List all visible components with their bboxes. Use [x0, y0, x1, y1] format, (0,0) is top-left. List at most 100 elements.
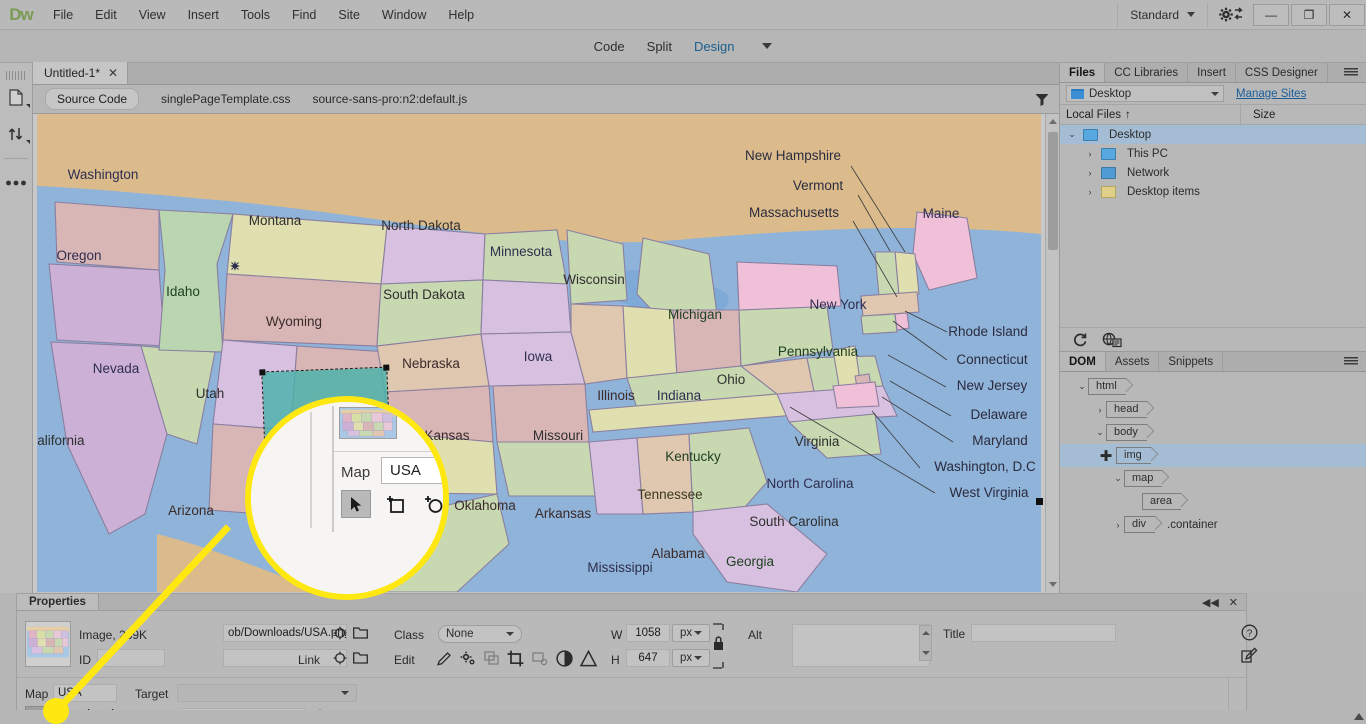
document-tab-untitled[interactable]: Untitled-1* ✕ [33, 62, 129, 84]
view-design-button[interactable]: Design [694, 39, 734, 54]
scroll-down-icon[interactable] [1049, 582, 1057, 587]
menu-item-insert[interactable]: Insert [177, 0, 230, 30]
dom-tree-row[interactable]: › head [1060, 398, 1366, 421]
preferences-sync-button[interactable] [1214, 0, 1248, 30]
column-size[interactable]: Size [1240, 104, 1360, 125]
collapse-icon[interactable]: ◀◀ [1202, 596, 1219, 609]
design-canvas[interactable]: Washington Oregon Idaho Montana Wyoming Nevad… [33, 114, 1059, 592]
width-unit-dropdown[interactable]: px [672, 624, 710, 642]
menu-item-find[interactable]: Find [281, 0, 327, 30]
close-icon[interactable]: ✕ [108, 66, 118, 80]
scroll-up-corner-icon[interactable] [1354, 713, 1364, 720]
more-tools-icon[interactable] [0, 165, 33, 201]
dom-node[interactable]: area [1142, 493, 1182, 510]
related-file-js[interactable]: source-sans-pro:n2:default.js [312, 92, 467, 106]
restore-button[interactable]: ❐ [1291, 3, 1327, 26]
usa-map-image[interactable] [37, 114, 1041, 592]
resize-handle-nw[interactable] [259, 369, 266, 376]
alt-spinner[interactable] [919, 625, 932, 661]
dom-node[interactable]: map [1124, 470, 1163, 487]
scroll-up-icon[interactable] [1049, 119, 1057, 124]
dom-panel-menu-button[interactable] [1336, 352, 1366, 371]
rect-hotspot-tool[interactable] [381, 490, 411, 518]
resize-handle-ne[interactable] [383, 364, 390, 371]
related-file-css[interactable]: singlePageTemplate.css [161, 92, 290, 106]
point-to-file-icon[interactable] [333, 651, 347, 665]
view-split-button[interactable]: Split [647, 39, 672, 54]
point-to-file-icon[interactable] [333, 626, 347, 640]
menu-item-site[interactable]: Site [327, 0, 371, 30]
tab-snippets[interactable]: Snippets [1159, 352, 1224, 371]
related-file-source-code[interactable]: Source Code [45, 88, 140, 110]
chevron-down-icon[interactable]: ⌄ [1066, 129, 1078, 140]
file-tree-row[interactable]: › Desktop items [1060, 182, 1366, 201]
class-dropdown[interactable]: None [438, 625, 522, 643]
pointer-hotspot-tool[interactable] [341, 490, 371, 518]
menu-item-window[interactable]: Window [371, 0, 437, 30]
loupe-map-name-field[interactable]: USA [381, 457, 443, 484]
dom-tree-row[interactable]: › div .container [1060, 513, 1366, 536]
chevron-right-icon[interactable]: › [1084, 187, 1096, 197]
file-tree[interactable]: ⌄ Desktop › This PC › Network › Desktop items [1060, 125, 1366, 327]
tab-css-designer[interactable]: CSS Designer [1236, 63, 1328, 82]
close-button[interactable]: ✕ [1329, 3, 1365, 26]
dom-tree-row[interactable]: ✚ img [1060, 444, 1366, 467]
tab-properties[interactable]: Properties [17, 594, 99, 610]
menu-item-view[interactable]: View [128, 0, 177, 30]
target-dropdown[interactable] [177, 684, 357, 702]
site-dropdown[interactable]: Desktop [1066, 85, 1224, 102]
add-element-icon[interactable]: ✚ [1096, 447, 1116, 465]
dom-node[interactable]: body [1106, 424, 1147, 441]
file-transfer-icon[interactable] [0, 116, 33, 152]
edit-pencil-icon[interactable] [437, 651, 452, 666]
menu-item-edit[interactable]: Edit [84, 0, 128, 30]
title-field[interactable] [971, 624, 1116, 642]
width-field[interactable]: 1058 [626, 624, 670, 642]
height-field[interactable]: 647 [626, 649, 670, 667]
workspace-switcher[interactable]: Standard [1117, 2, 1208, 27]
manage-sites-link[interactable]: Manage Sites [1236, 88, 1306, 100]
tab-dom[interactable]: DOM [1060, 352, 1106, 371]
chevron-down-icon[interactable]: ⌄ [1094, 427, 1106, 438]
dom-tree-row[interactable]: ⌄ map [1060, 467, 1366, 490]
browse-folder-icon[interactable] [353, 626, 368, 639]
dom-tree-row[interactable]: ⌄ body [1060, 421, 1366, 444]
column-local-files[interactable]: Local Files ↑ [1060, 109, 1240, 121]
chevron-right-icon[interactable]: › [1112, 520, 1124, 530]
dom-node[interactable]: div [1124, 516, 1156, 533]
height-unit-dropdown[interactable]: px [672, 649, 710, 667]
file-tree-row[interactable]: › This PC [1060, 144, 1366, 163]
menu-item-help[interactable]: Help [437, 0, 485, 30]
chevron-down-icon[interactable]: ⌄ [1076, 381, 1088, 392]
chevron-right-icon[interactable]: › [1094, 405, 1106, 415]
canvas-scrollbar-vertical[interactable] [1045, 114, 1059, 592]
refresh-icon[interactable] [1072, 332, 1088, 348]
help-question-icon[interactable]: ? [1241, 624, 1258, 641]
site-files-globe-icon[interactable] [1102, 332, 1122, 348]
view-code-button[interactable]: Code [594, 39, 625, 54]
crop-icon[interactable] [507, 650, 524, 667]
file-tree-row[interactable]: › Network [1060, 163, 1366, 182]
src-field[interactable]: ob/Downloads/USA.png [223, 624, 347, 642]
chevron-right-icon[interactable]: › [1084, 149, 1096, 159]
dom-node[interactable]: html [1088, 378, 1126, 395]
chevron-down-icon[interactable]: ⌄ [1112, 473, 1124, 484]
dom-tree-row[interactable]: ⌄ html [1060, 375, 1366, 398]
dom-node[interactable]: head [1106, 401, 1148, 418]
tab-insert[interactable]: Insert [1188, 63, 1236, 82]
chevron-right-icon[interactable]: › [1084, 168, 1096, 178]
dom-tree-row[interactable]: area [1060, 490, 1366, 513]
tab-cc-libraries[interactable]: CC Libraries [1105, 63, 1189, 82]
edit-page-pencil-icon[interactable] [1241, 647, 1258, 664]
menu-item-file[interactable]: File [42, 0, 84, 30]
image-resize-handle-e[interactable] [1036, 498, 1043, 505]
scrollbar-thumb[interactable] [1048, 132, 1058, 250]
tab-files[interactable]: Files [1060, 63, 1106, 82]
filter-icon[interactable] [1035, 93, 1049, 106]
tab-assets[interactable]: Assets [1106, 352, 1160, 371]
close-icon[interactable]: ✕ [1229, 596, 1238, 609]
alt-field[interactable] [792, 624, 930, 667]
circle-hotspot-tool[interactable] [419, 490, 443, 518]
toolbar-grip[interactable] [6, 71, 26, 80]
sharpen-icon[interactable] [580, 650, 597, 667]
